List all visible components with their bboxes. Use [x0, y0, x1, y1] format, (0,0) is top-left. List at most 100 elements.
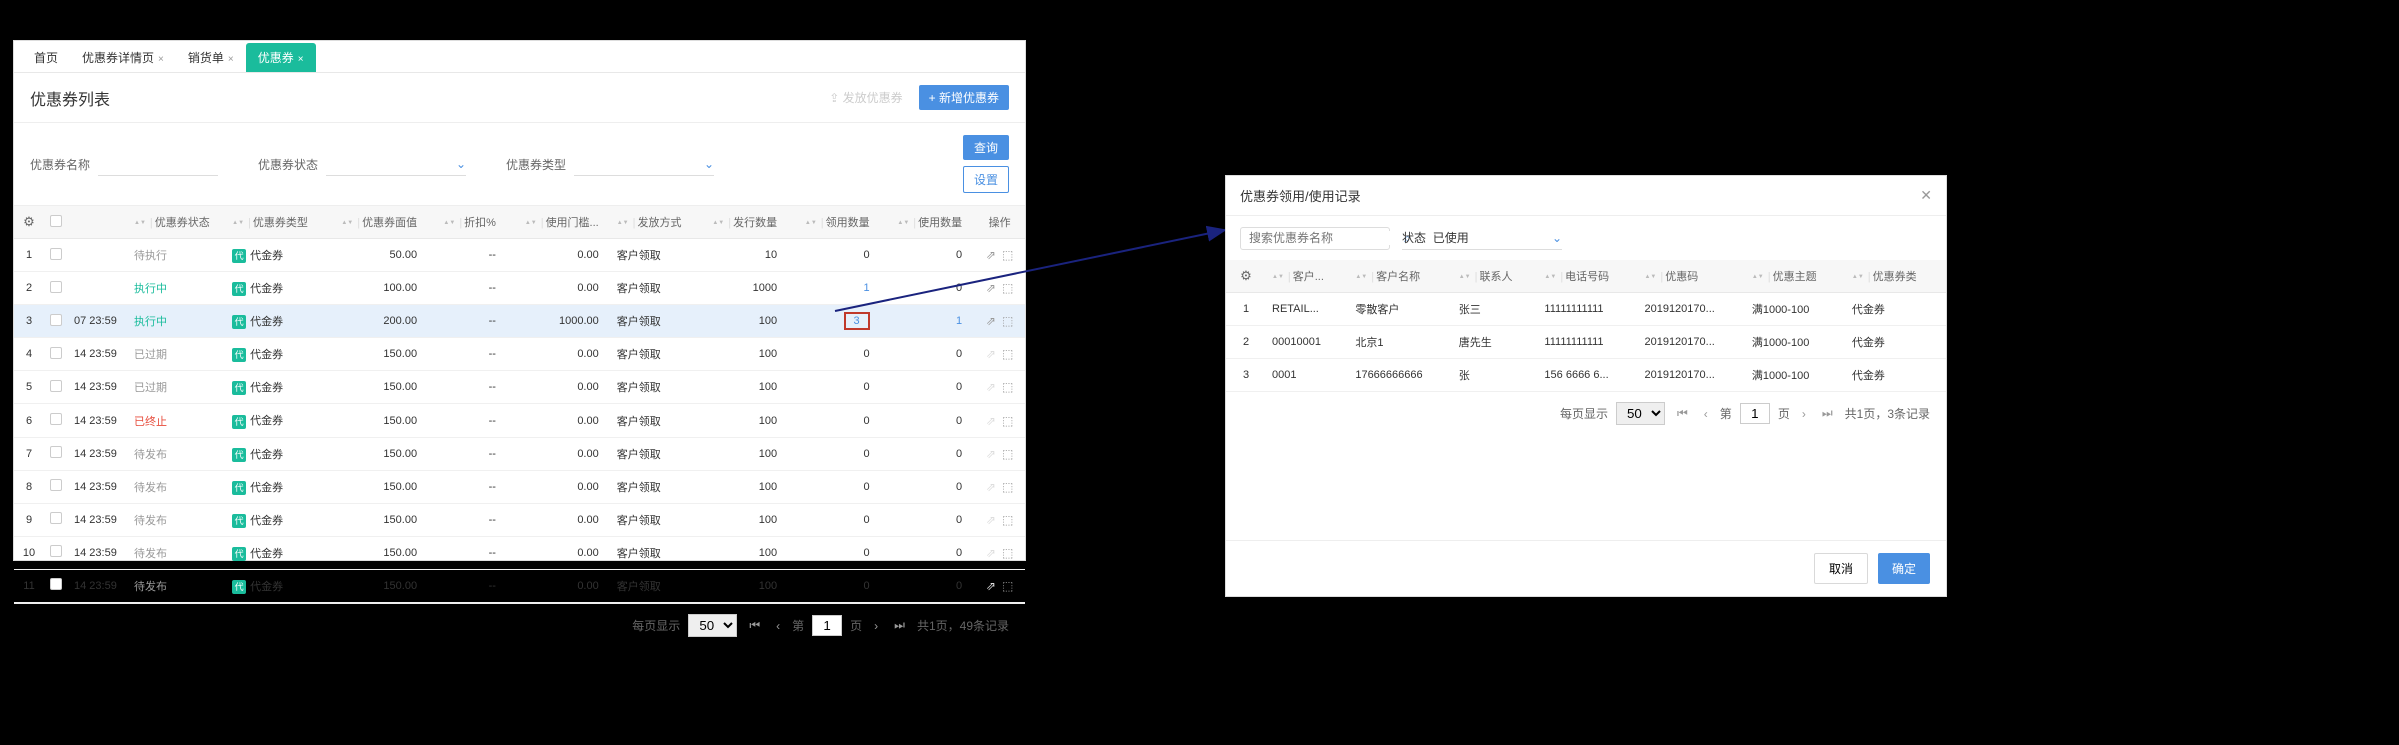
close-icon[interactable]: × [158, 54, 164, 65]
tab-sales-order[interactable]: 销货单× [176, 43, 246, 72]
tab-coupon[interactable]: 优惠券× [246, 43, 316, 72]
sort-icon[interactable]: ▲▼ [805, 220, 817, 226]
sort-icon[interactable]: ▲▼ [1355, 274, 1367, 280]
row-checkbox[interactable] [50, 545, 62, 557]
page-input[interactable] [1740, 403, 1770, 424]
filter-name-input[interactable] [98, 152, 218, 176]
sort-icon[interactable]: ▲▼ [1644, 274, 1656, 280]
search-input[interactable] [1249, 231, 1404, 245]
gear-icon[interactable]: ⚙ [1240, 268, 1252, 283]
table-row[interactable]: 3 0001 17666666666 张 156 6666 6... 20191… [1226, 359, 1946, 392]
row-checkbox[interactable] [50, 248, 62, 260]
prev-page-icon[interactable]: ‹ [1700, 407, 1712, 421]
row-checkbox[interactable] [50, 512, 62, 524]
received-link[interactable]: 3 [844, 312, 870, 330]
table-row[interactable]: 4 14 23:59 已过期 代代金券 150.00 -- 0.00 客户领取 … [14, 338, 1025, 371]
next-page-icon[interactable]: › [1798, 407, 1810, 421]
per-page-select[interactable]: 50 [688, 614, 737, 637]
prev-page-icon[interactable]: ‹ [772, 619, 784, 633]
cancel-button[interactable]: 取消 [1814, 553, 1868, 584]
settings-button[interactable]: 设置 [963, 166, 1009, 193]
sort-icon[interactable]: ▲▼ [341, 220, 353, 226]
row-index: 6 [14, 404, 44, 437]
qrcode-icon[interactable]: ⬚ [1002, 347, 1013, 361]
used-link[interactable]: 1 [956, 315, 962, 327]
select-all-checkbox[interactable] [50, 215, 62, 227]
qrcode-icon[interactable]: ⬚ [1002, 546, 1013, 560]
last-page-icon[interactable]: ⏭ [890, 618, 909, 633]
table-row[interactable]: 10 14 23:59 待发布 代代金券 150.00 -- 0.00 客户领取… [14, 536, 1025, 569]
share-icon[interactable]: ⇗ [986, 281, 996, 295]
qrcode-icon[interactable]: ⬚ [1002, 314, 1013, 328]
last-page-icon[interactable]: ⏭ [1818, 406, 1837, 421]
table-row[interactable]: 11 14 23:59 待发布 代代金券 150.00 -- 0.00 客户领取… [14, 569, 1025, 602]
dist-method: 客户领取 [611, 338, 697, 371]
close-icon[interactable]: × [298, 54, 304, 65]
table-row[interactable]: 3 07 23:59 执行中 代代金券 200.00 -- 1000.00 客户… [14, 305, 1025, 338]
query-button[interactable]: 查询 [963, 135, 1009, 160]
qrcode-icon[interactable]: ⬚ [1002, 447, 1013, 461]
row-checkbox[interactable] [50, 281, 62, 293]
table-row[interactable]: 6 14 23:59 已终止 代代金券 150.00 -- 0.00 客户领取 … [14, 404, 1025, 437]
share-icon[interactable]: ⇗ [986, 314, 996, 328]
received-link[interactable]: 1 [864, 282, 870, 294]
close-icon[interactable]: ✕ [1920, 187, 1932, 204]
sort-icon[interactable]: ▲▼ [1852, 274, 1864, 280]
close-icon[interactable]: × [228, 54, 234, 65]
sort-icon[interactable]: ▲▼ [1544, 274, 1556, 280]
table-row[interactable]: 7 14 23:59 待发布 代代金券 150.00 -- 0.00 客户领取 … [14, 437, 1025, 470]
sort-icon[interactable]: ▲▼ [1459, 274, 1471, 280]
qrcode-icon[interactable]: ⬚ [1002, 579, 1013, 593]
filter-type-select[interactable]: ⌄ [574, 153, 714, 176]
qrcode-icon[interactable]: ⬚ [1002, 513, 1013, 527]
qrcode-icon[interactable]: ⬚ [1002, 480, 1013, 494]
row-checkbox[interactable] [50, 446, 62, 458]
per-page-select[interactable]: 50 [1616, 402, 1665, 425]
received-qty: 0 [789, 239, 882, 272]
tab-coupon-detail[interactable]: 优惠券详情页× [70, 43, 176, 72]
row-checkbox[interactable] [50, 479, 62, 491]
gear-icon[interactable]: ⚙ [23, 214, 35, 229]
sort-icon[interactable]: ▲▼ [1272, 274, 1284, 280]
row-checkbox[interactable] [50, 347, 62, 359]
sort-icon[interactable]: ▲▼ [525, 220, 537, 226]
qrcode-icon[interactable]: ⬚ [1002, 248, 1013, 262]
contact: 张 [1453, 359, 1539, 392]
confirm-button[interactable]: 确定 [1878, 553, 1930, 584]
state-select[interactable]: 状态 已使用 ⌄ [1402, 226, 1562, 250]
add-coupon-button[interactable]: + 新增优惠券 [919, 85, 1009, 110]
table-row[interactable]: 2 执行中 代代金券 100.00 -- 0.00 客户领取 1000 1 0 … [14, 272, 1025, 305]
table-row[interactable]: 5 14 23:59 已过期 代代金券 150.00 -- 0.00 客户领取 … [14, 371, 1025, 404]
row-checkbox[interactable] [50, 413, 62, 425]
discount: -- [429, 569, 508, 602]
table-row[interactable]: 1 RETAIL... 零散客户 张三 11111111111 20191201… [1226, 293, 1946, 326]
table-row[interactable]: 2 00010001 北京1 唐先生 11111111111 201912017… [1226, 326, 1946, 359]
next-page-icon[interactable]: › [870, 619, 882, 633]
row-checkbox[interactable] [50, 380, 62, 392]
sort-icon[interactable]: ▲▼ [897, 220, 909, 226]
row-checkbox[interactable] [50, 314, 62, 326]
table-row[interactable]: 8 14 23:59 待发布 代代金券 150.00 -- 0.00 客户领取 … [14, 470, 1025, 503]
page-input[interactable] [812, 615, 842, 636]
page-unit: 页 [1778, 405, 1790, 422]
sort-icon[interactable]: ▲▼ [134, 220, 146, 226]
sort-icon[interactable]: ▲▼ [712, 220, 724, 226]
filter-status-select[interactable]: ⌄ [326, 153, 466, 176]
share-icon[interactable]: ⇗ [986, 248, 996, 262]
tab-home[interactable]: 首页 [22, 43, 70, 72]
discount: -- [429, 272, 508, 305]
qrcode-icon[interactable]: ⬚ [1002, 380, 1013, 394]
row-checkbox[interactable] [50, 578, 62, 590]
distribute-coupon-button[interactable]: ⇪ 发放优惠券 [821, 85, 910, 110]
sort-icon[interactable]: ▲▼ [617, 220, 629, 226]
page-summary: 共1页，49条记录 [917, 617, 1009, 634]
first-page-icon[interactable]: ⏮ [1673, 406, 1692, 421]
table-row[interactable]: 1 待执行 代代金券 50.00 -- 0.00 客户领取 10 0 0 ⇗⬚ [14, 239, 1025, 272]
sort-icon[interactable]: ▲▼ [443, 220, 455, 226]
qrcode-icon[interactable]: ⬚ [1002, 414, 1013, 428]
qrcode-icon[interactable]: ⬚ [1002, 281, 1013, 295]
sort-icon[interactable]: ▲▼ [232, 220, 244, 226]
table-row[interactable]: 9 14 23:59 待发布 代代金券 150.00 -- 0.00 客户领取 … [14, 503, 1025, 536]
first-page-icon[interactable]: ⏮ [745, 618, 764, 633]
sort-icon[interactable]: ▲▼ [1752, 274, 1764, 280]
